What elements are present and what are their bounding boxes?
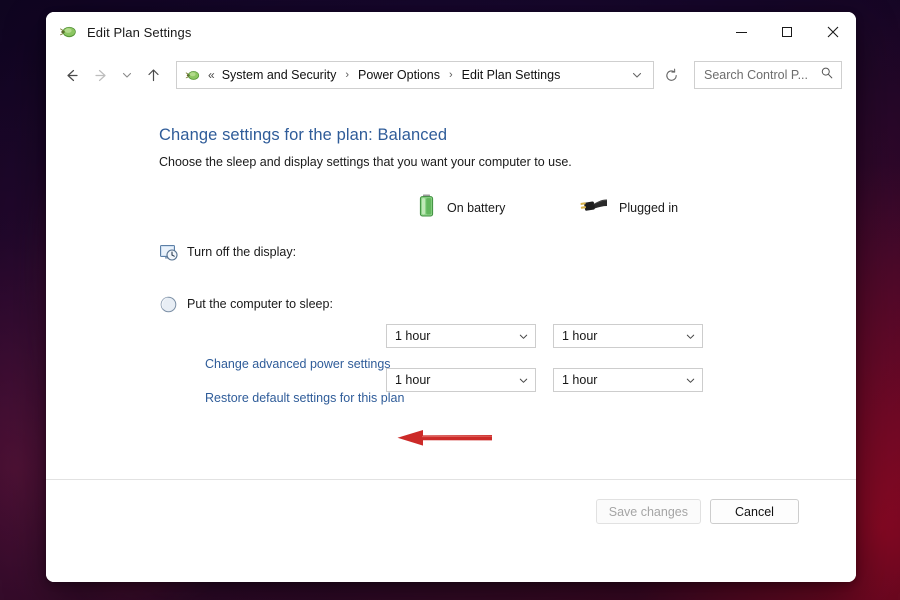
refresh-icon[interactable] [656,61,686,89]
breadcrumb[interactable]: « System and Security › Power Options › … [176,61,654,89]
recent-locations-chevron-down-icon[interactable] [116,60,138,90]
window-title: Edit Plan Settings [87,24,192,40]
column-header-label: On battery [447,201,506,215]
breadcrumb-chevron-down-icon[interactable] [625,69,649,81]
forward-button[interactable] [86,60,116,90]
column-header-plugged-in: Plugged in [574,195,678,222]
display-timeout-plugged-in-select[interactable]: 1 hour [553,324,703,348]
chevron-down-icon[interactable] [518,331,529,342]
sleep-moon-icon [159,295,178,314]
setting-row-label: Turn off the display: [187,245,297,259]
content-area: Change settings for the plan: Balanced C… [46,98,856,582]
window-controls [718,12,856,52]
save-changes-button[interactable]: Save changes [595,499,701,524]
annotation-arrow-icon [396,428,493,448]
links-section: Change advanced power settings Restore d… [46,355,856,407]
edit-plan-settings-window: Edit Plan Settings « System and Security… [46,12,856,582]
column-headers: On battery Plugged in [46,193,856,223]
title-bar: Edit Plan Settings [46,12,856,52]
chevron-down-icon[interactable] [685,331,696,342]
restore-default-settings-link[interactable]: Restore default settings for this plan [205,391,404,405]
change-advanced-power-settings-link[interactable]: Change advanced power settings [205,357,391,371]
address-bar: « System and Security › Power Options › … [46,52,856,98]
setting-row: Turn off the display: 1 hour 1 hour [46,235,856,348]
breadcrumb-overflow-icon[interactable]: « [208,69,215,81]
search-icon[interactable] [820,66,834,85]
power-plan-icon [184,67,201,84]
page-title: Change settings for the plan: Balanced [159,126,448,144]
up-button[interactable] [138,60,168,90]
select-value: 1 hour [395,329,431,343]
breadcrumb-separator-icon: › [448,69,453,81]
display-timeout-on-battery-select[interactable]: 1 hour [386,324,536,348]
select-value: 1 hour [562,329,598,343]
breadcrumb-item-edit-plan-settings[interactable]: Edit Plan Settings [460,66,563,84]
breadcrumb-item-system-and-security[interactable]: System and Security [220,66,339,84]
search-box[interactable] [694,61,842,89]
battery-icon [417,193,436,223]
breadcrumb-separator-icon: › [345,69,349,81]
footer-actions: Save changes Cancel [46,479,856,543]
display-clock-icon [159,243,178,262]
maximize-button[interactable] [764,12,810,52]
setting-row-label: Put the computer to sleep: [187,297,333,311]
desktop: Edit Plan Settings « System and Security… [0,0,900,600]
breadcrumb-item-power-options[interactable]: Power Options [356,66,442,84]
power-plug-icon [574,195,608,222]
column-header-label: Plugged in [619,201,679,215]
setting-row: Put the computer to sleep: 1 hour 1 hour [46,287,856,392]
cancel-button[interactable]: Cancel [710,499,799,524]
column-header-on-battery: On battery [417,193,505,223]
search-input[interactable] [704,68,818,82]
page-subtitle: Choose the sleep and display settings th… [159,155,572,169]
back-button[interactable] [56,60,86,90]
close-button[interactable] [810,12,856,52]
minimize-button[interactable] [718,12,764,52]
power-plan-icon [58,22,78,42]
